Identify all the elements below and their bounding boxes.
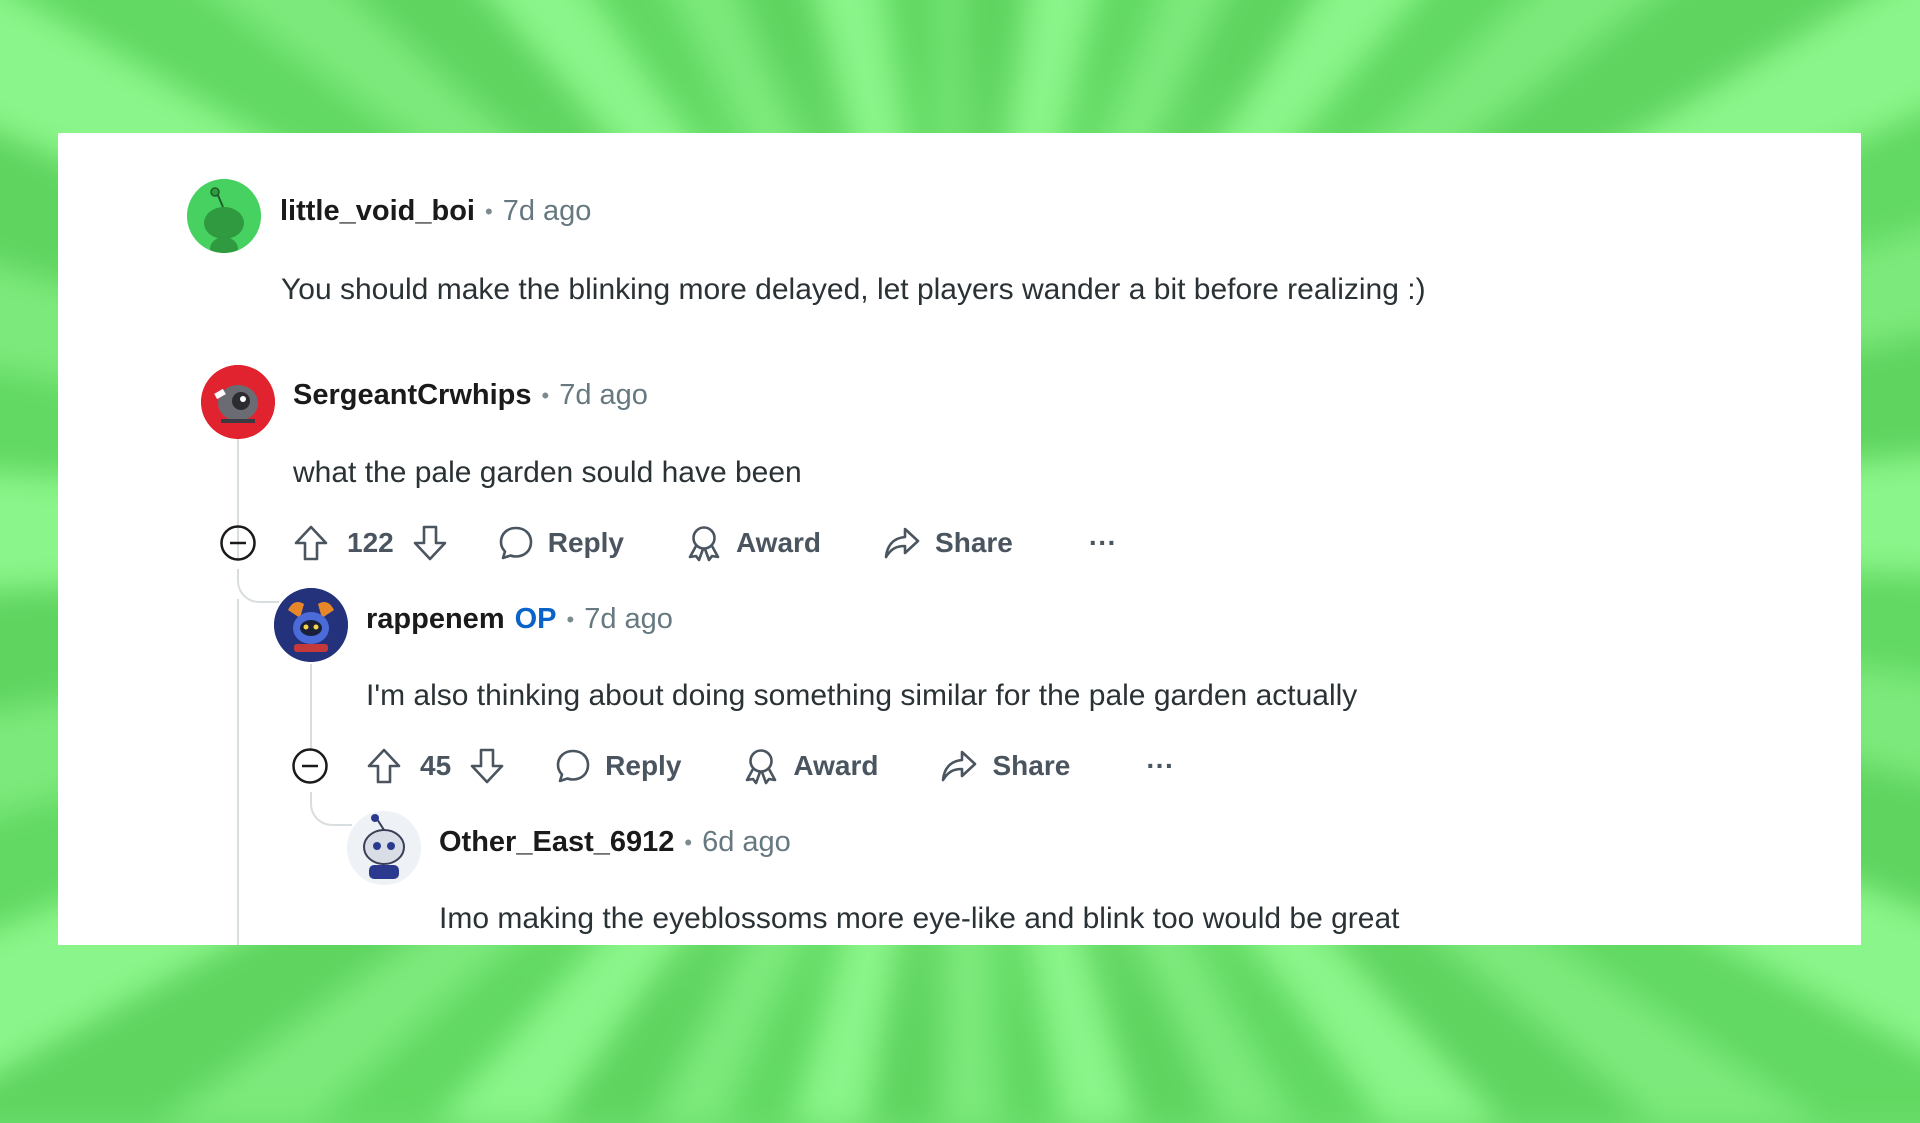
award-label: Award	[793, 750, 879, 781]
avatar-other-east-6912[interactable]	[347, 811, 421, 885]
award-label: Award	[735, 527, 822, 558]
minus-circle-icon	[292, 748, 328, 784]
award-button[interactable]: Award	[743, 747, 878, 785]
comment-body: what the pale garden sould have been	[293, 456, 802, 489]
avatar-rappenem[interactable]	[274, 588, 348, 662]
award-button[interactable]: Award	[686, 524, 821, 562]
minus-circle-icon	[220, 525, 256, 561]
reply-button[interactable]: Reply	[498, 525, 624, 561]
upvote-button[interactable]	[293, 524, 329, 562]
thread-line	[310, 664, 312, 750]
username[interactable]: little_void_boi	[280, 195, 475, 228]
share-arrow-icon	[884, 527, 920, 559]
comment-body: Imo making the eyeblossoms more eye-like…	[439, 902, 1400, 935]
downvote-arrow-icon	[413, 525, 447, 561]
reply-label: Reply	[547, 527, 624, 558]
share-button[interactable]: Share	[940, 748, 1070, 784]
timestamp[interactable]: 7d ago	[584, 603, 673, 636]
share-label: Share	[992, 750, 1071, 781]
snoo-avatar-icon	[187, 179, 261, 253]
avatar-sergeantcrwhips[interactable]	[201, 365, 275, 439]
more-options-button[interactable]: ···	[1075, 527, 1117, 559]
comment-meta: SergeantCrwhips • 7d ago	[293, 379, 648, 412]
downvote-button[interactable]	[412, 524, 448, 562]
username[interactable]: SergeantCrwhips	[293, 379, 532, 412]
collapse-thread-button[interactable]	[291, 747, 329, 790]
speech-bubble-icon	[556, 749, 590, 783]
comment-actions: 45 Reply Award Share ···	[366, 741, 1174, 791]
more-options-label: ···	[1088, 527, 1117, 558]
separator-dot: •	[484, 198, 493, 224]
share-button[interactable]: Share	[883, 525, 1013, 561]
share-label: Share	[935, 527, 1013, 558]
separator-dot: •	[684, 829, 693, 855]
upvote-arrow-icon	[367, 748, 401, 784]
op-badge: OP	[514, 603, 557, 635]
thread-branch-line	[237, 569, 279, 603]
comment-thread-card: little_void_boi • 7d ago You should make…	[58, 133, 1861, 945]
separator-dot: •	[541, 382, 550, 408]
share-arrow-icon	[942, 750, 977, 782]
award-ribbon-icon	[746, 749, 777, 785]
comment-meta: rappenem OP • 7d ago	[366, 603, 673, 636]
collapse-thread-button[interactable]	[219, 524, 257, 567]
timestamp[interactable]: 6d ago	[702, 826, 791, 859]
robot-avatar-icon	[201, 365, 275, 439]
upvote-button[interactable]	[366, 747, 402, 785]
thread-line	[237, 599, 239, 945]
vote-count: 122	[347, 527, 394, 558]
reply-label: Reply	[605, 750, 682, 781]
comment-body: You should make the blinking more delaye…	[281, 273, 1426, 306]
upvote-arrow-icon	[294, 525, 328, 561]
downvote-arrow-icon	[470, 748, 504, 784]
speech-bubble-icon	[499, 526, 533, 560]
more-options-button[interactable]: ···	[1132, 750, 1174, 782]
more-options-label: ···	[1146, 750, 1175, 781]
downvote-button[interactable]	[469, 747, 505, 785]
reply-button[interactable]: Reply	[555, 748, 681, 784]
username[interactable]: Other_East_6912	[439, 826, 674, 859]
comment-actions: 122 Reply Award Share ···	[293, 518, 1117, 568]
comment-meta: Other_East_6912 • 6d ago	[439, 826, 791, 859]
avatar-little-void-boi[interactable]	[187, 179, 261, 253]
comment-body: I'm also thinking about doing something …	[366, 679, 1358, 712]
comment-meta: little_void_boi • 7d ago	[280, 195, 591, 228]
snoo-avatar-icon	[347, 811, 421, 885]
character-avatar-icon	[274, 588, 348, 662]
username[interactable]: rappenem	[366, 603, 505, 636]
timestamp[interactable]: 7d ago	[503, 195, 592, 228]
separator-dot: •	[566, 606, 575, 632]
thread-branch-line	[310, 792, 352, 826]
award-ribbon-icon	[688, 526, 720, 562]
vote-count: 45	[420, 750, 452, 781]
timestamp[interactable]: 7d ago	[559, 379, 648, 412]
